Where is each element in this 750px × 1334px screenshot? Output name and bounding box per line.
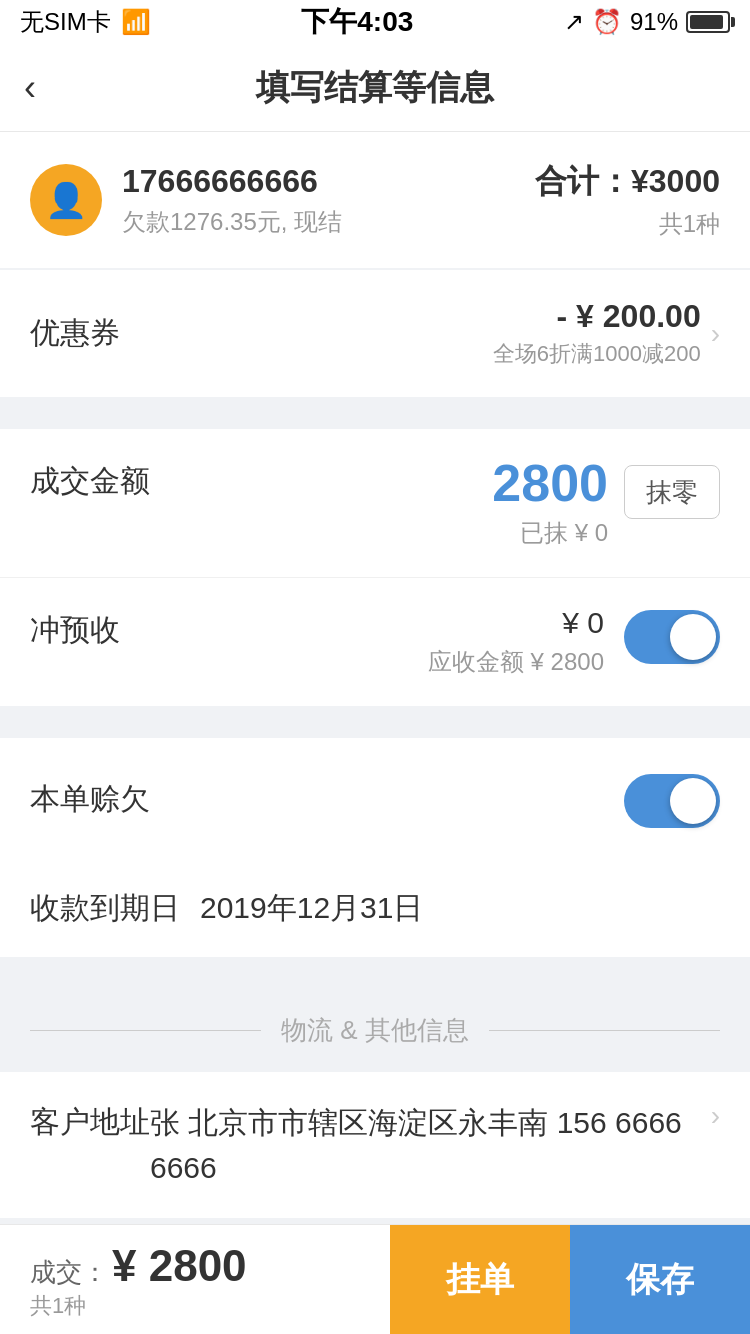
- avatar: 👤: [30, 164, 102, 236]
- logistics-line-left: [30, 1030, 261, 1031]
- deal-amount-section: 成交金额 2800 已抹 ¥ 0 抹零 冲预收 ¥ 0 应收金额 ¥ 2800: [0, 429, 750, 706]
- hang-button[interactable]: 挂单: [390, 1225, 570, 1335]
- alarm-icon: ⏰: [592, 8, 622, 36]
- coupon-desc: 全场6折满1000减200: [493, 339, 701, 369]
- coupon-value: - ¥ 200.00 全场6折满1000减200: [493, 298, 701, 369]
- order-count: 共1种: [535, 208, 720, 240]
- prepay-sub: 应收金额 ¥ 2800: [428, 646, 604, 678]
- divider-1: [0, 413, 750, 429]
- deal-amount-label: 成交金额: [30, 461, 150, 502]
- battery-percent: 91%: [630, 8, 678, 36]
- wifi-icon: 📶: [121, 8, 151, 36]
- bottom-label: 成交：: [30, 1255, 108, 1290]
- deal-sub: 已抹 ¥ 0: [492, 517, 608, 549]
- address-label: 客户地址: [30, 1102, 150, 1143]
- coupon-right: - ¥ 200.00 全场6折满1000减200 ›: [493, 298, 720, 369]
- prepay-right: ¥ 0 应收金额 ¥ 2800: [428, 606, 720, 678]
- logistics-title: 物流 & 其他信息: [261, 1013, 489, 1048]
- customer-left: 👤 17666666666 欠款1276.35元, 现结: [30, 163, 342, 238]
- bottom-summary: 成交： ¥ 2800 共1种: [0, 1239, 390, 1321]
- nav-bar: ‹ 填写结算等信息: [0, 44, 750, 132]
- prepay-toggle[interactable]: [624, 610, 720, 664]
- bottom-count: 共1种: [30, 1291, 360, 1321]
- debit-label: 本单赊欠: [30, 779, 150, 820]
- deal-number: 2800: [492, 457, 608, 509]
- divider-2: [0, 722, 750, 738]
- carrier-text: 无SIM卡: [20, 6, 111, 38]
- prepay-amount-value: ¥ 0 应收金额 ¥ 2800: [428, 606, 604, 678]
- total-amount: 合计：¥3000: [535, 160, 720, 204]
- customer-card: 👤 17666666666 欠款1276.35元, 现结 合计：¥3000 共1…: [0, 132, 750, 268]
- status-right: ↗ ⏰ 91%: [564, 8, 730, 36]
- battery-bar: [686, 11, 730, 33]
- debit-section: 本单赊欠 收款到期日 2019年12月31日: [0, 738, 750, 957]
- logistics-line-right: [489, 1030, 720, 1031]
- due-date-label: 收款到期日: [30, 888, 180, 929]
- prepay-number: ¥ 0: [428, 606, 604, 640]
- prepay-row: 冲预收 ¥ 0 应收金额 ¥ 2800: [0, 578, 750, 706]
- back-button[interactable]: ‹: [24, 67, 36, 109]
- address-row[interactable]: 客户地址 张 北京市市辖区海淀区永丰南 156 6666 6666 ›: [0, 1072, 750, 1218]
- amount-row: 成交金额 2800 已抹 ¥ 0 抹零: [0, 429, 750, 578]
- round-button[interactable]: 抹零: [624, 465, 720, 519]
- debit-row: 本单赊欠: [0, 738, 750, 860]
- location-icon: ↗: [564, 8, 584, 36]
- address-content: 张 北京市市辖区海淀区永丰南 156 6666 6666: [150, 1100, 711, 1190]
- due-date-row: 收款到期日 2019年12月31日: [0, 860, 750, 957]
- page-title: 填写结算等信息: [256, 65, 494, 111]
- amount-value: 2800 已抹 ¥ 0: [492, 457, 608, 549]
- customer-phone: 17666666666: [122, 163, 342, 200]
- chevron-right-icon: ›: [711, 318, 720, 350]
- save-button[interactable]: 保存: [570, 1225, 750, 1335]
- address-chevron-icon: ›: [711, 1100, 720, 1132]
- coupon-discount: - ¥ 200.00: [493, 298, 701, 335]
- bottom-bar: 成交： ¥ 2800 共1种 挂单 保存: [0, 1224, 750, 1334]
- logistics-header: 物流 & 其他信息: [0, 989, 750, 1072]
- prepay-label: 冲预收: [30, 610, 120, 651]
- coupon-label: 优惠券: [30, 313, 120, 354]
- divider-3: [0, 973, 750, 989]
- debit-toggle-knob: [670, 778, 716, 824]
- status-time: 下午4:03: [301, 3, 413, 41]
- customer-right: 合计：¥3000 共1种: [535, 160, 720, 240]
- amount-right: 2800 已抹 ¥ 0 抹零: [492, 457, 720, 549]
- toggle-knob: [670, 614, 716, 660]
- coupon-row[interactable]: 优惠券 - ¥ 200.00 全场6折满1000减200 ›: [0, 270, 750, 397]
- status-bar: 无SIM卡 📶 下午4:03 ↗ ⏰ 91%: [0, 0, 750, 44]
- bottom-row: 成交： ¥ 2800: [30, 1239, 360, 1291]
- customer-info: 17666666666 欠款1276.35元, 现结: [122, 163, 342, 238]
- battery-fill: [690, 15, 723, 29]
- status-left: 无SIM卡 📶: [20, 6, 151, 38]
- bottom-amount: ¥ 2800: [112, 1241, 247, 1291]
- main-content: 👤 17666666666 欠款1276.35元, 现结 合计：¥3000 共1…: [0, 132, 750, 1334]
- due-date-value: 2019年12月31日: [200, 888, 423, 929]
- debit-toggle[interactable]: [624, 774, 720, 828]
- customer-debt: 欠款1276.35元, 现结: [122, 206, 342, 238]
